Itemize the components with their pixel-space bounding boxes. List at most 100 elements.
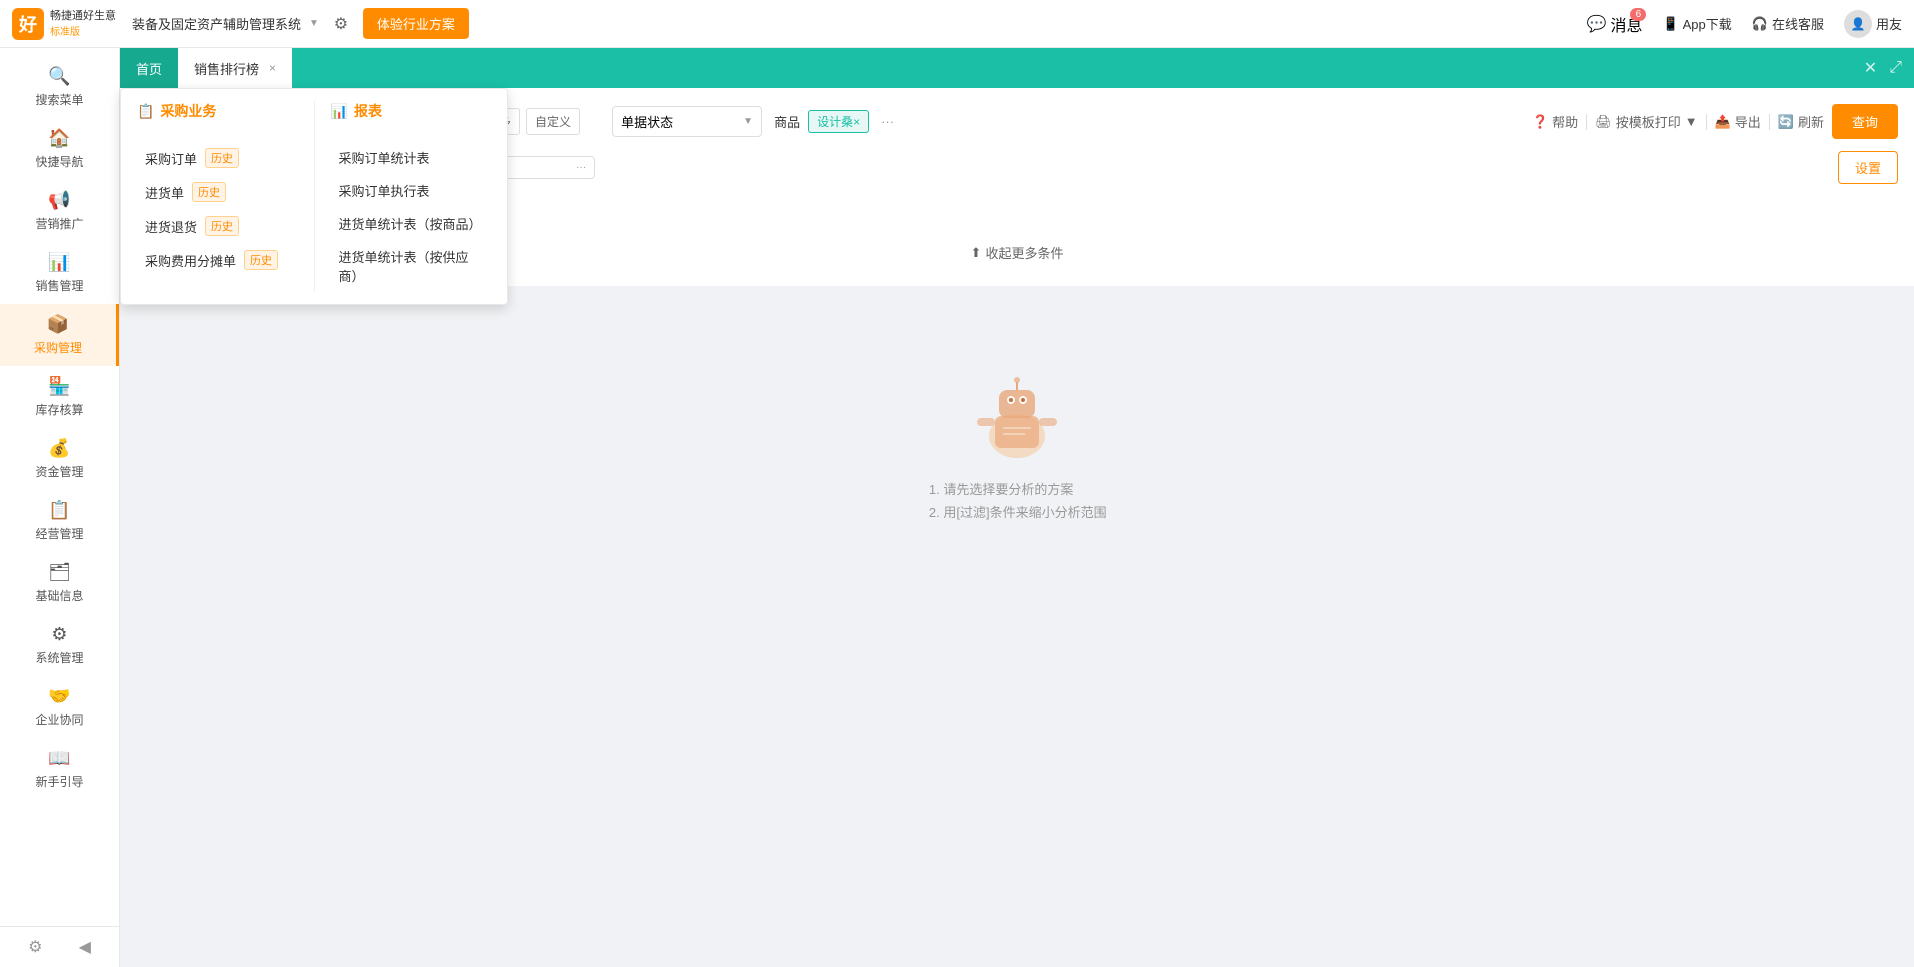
notification-area[interactable]: 💬 消息 6 — [1587, 12, 1643, 36]
refresh-icon: 🔄 — [1778, 114, 1794, 130]
history-badge-2: 历史 — [192, 182, 226, 202]
sidebar-label-search: 搜索菜单 — [35, 91, 83, 108]
purchase-icon: 📦 — [47, 314, 69, 335]
sidebar-item-operations[interactable]: 📋 经营管理 — [0, 490, 119, 552]
header-right: 💬 消息 6 📱 App下载 🎧 在线客服 👤 用友 — [1587, 10, 1902, 38]
logo-text-block: 畅捷通好生意 标准版 — [50, 9, 116, 38]
export-icon: 📤 — [1715, 114, 1731, 130]
help-icon: ❓ — [1532, 114, 1548, 130]
product-label: 商品 — [774, 112, 800, 131]
dropdown-item-purchase-order[interactable]: 采购订单 历史 — [137, 141, 298, 175]
history-badge-4: 历史 — [244, 250, 278, 270]
online-service-action[interactable]: 🎧 在线客服 — [1752, 14, 1824, 33]
finance-icon: 💰 — [48, 438, 70, 459]
order-stat-label: 采购订单统计表 — [339, 148, 430, 167]
sidebar-label-marketing: 营销推广 — [35, 215, 83, 232]
voucher-status-label: 单据状态 — [621, 112, 673, 131]
dropdown-item-incoming-supplier[interactable]: 进货单统计表（按供应商） — [331, 240, 492, 292]
dropdown-item-order-exec[interactable]: 采购订单执行表 — [331, 174, 492, 207]
settings-bottom-icon[interactable]: ⚙ — [28, 937, 42, 957]
main-layout: 🔍 搜索菜单 🏠 快捷导航 📢 营销推广 📊 销售管理 📦 采购管理 🏪 库存核… — [0, 48, 1914, 967]
help-button[interactable]: ❓ 帮助 — [1532, 112, 1578, 131]
logo-name: 畅捷通好生意 — [50, 9, 116, 23]
sidebar-item-sales[interactable]: 📊 销售管理 — [0, 242, 119, 304]
sidebar-label-purchase: 采购管理 — [34, 339, 82, 356]
sales-icon: 📊 — [48, 252, 70, 273]
empty-hint-2: 用[过滤]条件来缩小分析范围 — [943, 501, 1106, 524]
sidebar-item-basic[interactable]: 🗂 基础信息 — [0, 552, 119, 614]
divider1 — [1586, 114, 1587, 130]
tab-sales-ranking[interactable]: 销售排行榜 × — [178, 48, 292, 88]
sidebar-item-purchase[interactable]: 📦 采购管理 — [0, 304, 119, 366]
refresh-button[interactable]: 🔄 刷新 — [1778, 112, 1824, 131]
incoming-supplier-label: 进货单统计表（按供应商） — [339, 247, 484, 285]
sidebar-item-system[interactable]: ⚙ 系统管理 — [0, 614, 119, 676]
settings-button[interactable]: 设置 — [1838, 151, 1898, 184]
sidebar-item-quick[interactable]: 🏠 快捷导航 — [0, 118, 119, 180]
enterprise-icon: 🤝 — [48, 686, 70, 707]
empty-hint-list: 请先选择要分析的方案 用[过滤]条件来缩小分析范围 — [927, 478, 1106, 525]
tab-close-all-icon[interactable]: ✕ — [1864, 58, 1877, 78]
sidebar-label-sales: 销售管理 — [35, 277, 83, 294]
notification-count: 6 — [1630, 8, 1646, 21]
tab-close-icon[interactable]: × — [269, 61, 276, 75]
sidebar-item-search[interactable]: 🔍 搜索菜单 — [0, 56, 119, 118]
marketing-icon: 📢 — [48, 190, 70, 211]
search-icon: 🔍 — [48, 66, 70, 87]
tab-bar-controls: ✕ ⤢ — [1852, 48, 1914, 88]
system-icon: ⚙ — [51, 624, 67, 645]
report-title-label: 报表 — [354, 101, 382, 121]
industry-solution-button[interactable]: 体验行业方案 — [363, 8, 469, 39]
operations-icon: 📋 — [48, 500, 70, 521]
return-label: 进货退货 — [145, 217, 197, 236]
dropdown-item-incoming-product[interactable]: 进货单统计表（按商品） — [331, 207, 492, 240]
dropdown-arrow-icon[interactable]: ▼ — [309, 18, 319, 29]
sidebar-label-system: 系统管理 — [35, 649, 83, 666]
collapse-button[interactable]: ⬆ 收起更多条件 — [971, 243, 1064, 262]
sidebar-item-enterprise[interactable]: 🤝 企业协同 — [0, 676, 119, 738]
settings-area: 设置 — [1838, 151, 1898, 184]
dropdown-item-return[interactable]: 进货退货 历史 — [137, 209, 298, 243]
print-icon: 🖨 — [1595, 114, 1612, 130]
voucher-status-arrow-icon: ▼ — [743, 116, 753, 127]
content-area: 首页 销售排行榜 × ✕ ⤢ ~ — [120, 48, 1914, 967]
settings-gear-button[interactable]: ⚙ — [327, 10, 355, 38]
tab-maximize-icon[interactable]: ⤢ — [1889, 59, 1902, 77]
report-column: 📊 报表 采购订单统计表 采购订单执行表 进货单统计表（按商品） 进货单统计表（… — [315, 101, 508, 292]
sidebar-label-guide: 新手引导 — [35, 773, 83, 790]
tab-bar: 首页 销售排行榜 × ✕ ⤢ — [120, 48, 1914, 88]
product-more-dots[interactable]: ··· — [881, 114, 894, 129]
sidebar-item-guide[interactable]: 📖 新手引导 — [0, 738, 119, 800]
purchase-dropdown-menu: 📋 采购业务 采购订单 历史 进货单 历史 进货退货 历史 — [120, 88, 508, 305]
purchase-column: 📋 采购业务 采购订单 历史 进货单 历史 进货退货 历史 — [121, 101, 314, 292]
purchase-title-label: 采购业务 — [160, 101, 216, 121]
incoming-label: 进货单 — [145, 183, 184, 202]
sidebar-item-finance[interactable]: 💰 资金管理 — [0, 428, 119, 490]
print-button[interactable]: 🖨 按模板打印 ▼ — [1595, 112, 1697, 131]
sidebar-label-finance: 资金管理 — [35, 463, 83, 480]
user-label: 用友 — [1876, 14, 1902, 33]
sidebar-item-marketing[interactable]: 📢 营销推广 — [0, 180, 119, 242]
collapse-sidebar-icon[interactable]: ◀ — [79, 937, 91, 957]
inventory-icon: 🏪 — [48, 376, 70, 397]
app-download-label: App下载 — [1683, 14, 1732, 33]
tab-home[interactable]: 首页 — [120, 48, 178, 88]
incoming-product-label: 进货单统计表（按商品） — [339, 214, 482, 233]
action-buttons-group: ❓ 帮助 🖨 按模板打印 ▼ 📤 导出 — [1532, 104, 1898, 139]
export-button[interactable]: 📤 导出 — [1715, 112, 1761, 131]
dropdown-item-expense[interactable]: 采购费用分摊单 历史 — [137, 243, 298, 277]
home-icon: 🏠 — [48, 128, 70, 149]
empty-hint-1: 请先选择要分析的方案 — [943, 478, 1106, 501]
sidebar-label-basic: 基础信息 — [35, 587, 83, 604]
online-service-label: 在线客服 — [1772, 14, 1824, 33]
dropdown-item-order-stat[interactable]: 采购订单统计表 — [331, 141, 492, 174]
history-badge-3: 历史 — [205, 216, 239, 236]
dropdown-item-incoming[interactable]: 进货单 历史 — [137, 175, 298, 209]
query-button[interactable]: 查询 — [1832, 104, 1898, 139]
sidebar-item-inventory[interactable]: 🏪 库存核算 — [0, 366, 119, 428]
user-action[interactable]: 👤 用友 — [1844, 10, 1902, 38]
app-download-action[interactable]: 📱 App下载 — [1662, 14, 1731, 33]
voucher-status-select[interactable]: 单据状态 ▼ — [612, 106, 762, 137]
divider3 — [1769, 114, 1770, 130]
quick-custom-btn[interactable]: 自定义 — [526, 108, 580, 135]
